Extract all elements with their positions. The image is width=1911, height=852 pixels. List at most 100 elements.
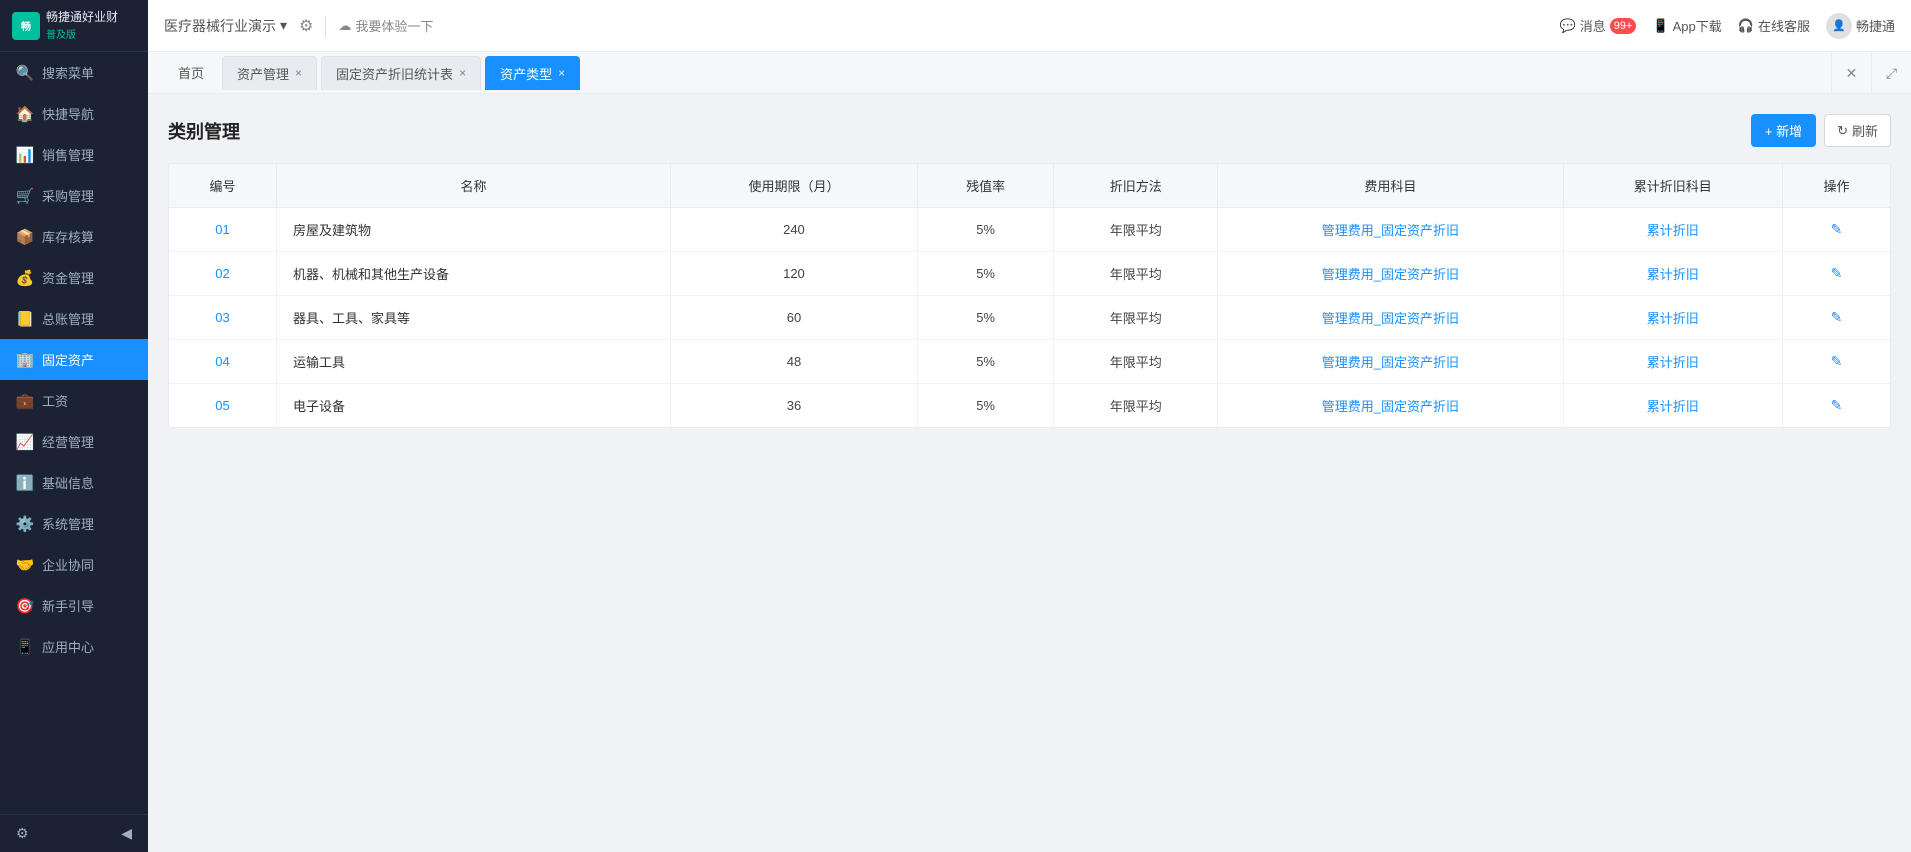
collapse-icon[interactable]: ◀ [121,825,132,842]
cell-action-2[interactable]: ✎ [1782,296,1890,340]
basic-info-icon: ℹ️ [16,474,34,492]
sidebar-item-enterprise[interactable]: 🤝 企业协同 [0,544,148,585]
cell-period-3: 48 [670,340,917,384]
table-header-row: 编号 名称 使用期限（月） 残值率 折旧方法 费用科目 累计折旧科目 操作 [169,164,1890,208]
cell-action-3[interactable]: ✎ [1782,340,1890,384]
data-table-container: 编号 名称 使用期限（月） 残值率 折旧方法 费用科目 累计折旧科目 操作 01… [168,163,1891,428]
page-header: 类别管理 + 新增 ↻ 刷新 [168,114,1891,147]
sales-icon: 📊 [16,146,34,164]
sidebar-item-guide[interactable]: 🎯 新手引导 [0,585,148,626]
tab-asset-mgmt-close[interactable]: × [295,66,302,80]
sidebar-item-salary[interactable]: 💼 工资 [0,380,148,421]
close-button[interactable]: ✕ [1831,52,1871,94]
tab-depreciation-label: 固定资产折旧统计表 [336,64,453,83]
sidebar-item-label-guide: 新手引导 [42,596,94,615]
sidebar-item-search[interactable]: 🔍 搜索菜单 [0,52,148,93]
experience-text: 我要体验一下 [355,16,433,35]
sidebar-item-fixed-assets[interactable]: 🏢 固定资产 [0,339,148,380]
tab-depreciation[interactable]: 固定资产折旧统计表 × [321,56,481,90]
col-action: 操作 [1782,164,1890,208]
sidebar-item-label-ledger: 总账管理 [42,309,94,328]
tab-depreciation-close[interactable]: × [459,66,466,80]
sidebar-item-sales[interactable]: 📊 销售管理 [0,134,148,175]
company-name: 医疗器械行业演示 [164,16,276,36]
main-area: 医疗器械行业演示 ▾ ⚙ ☁ 我要体验一下 💬 消息 99+ 📱 App下载 🎧 [148,0,1911,852]
logo-name: 畅捷通好业财 [46,10,118,26]
cell-residual-3: 5% [917,340,1053,384]
cell-code-3: 04 [169,340,277,384]
cell-expense-4: 管理费用_固定资产折旧 [1218,384,1563,428]
cell-period-2: 60 [670,296,917,340]
sidebar-item-label-system: 系统管理 [42,514,94,533]
tab-asset-type-label: 资产类型 [500,64,552,83]
edit-icon-1[interactable]: ✎ [1831,265,1843,281]
sidebar-item-basic-info[interactable]: ℹ️ 基础信息 [0,462,148,503]
settings-icon[interactable]: ⚙ [299,16,313,36]
user-menu[interactable]: 👤 畅捷通 [1826,13,1895,39]
sidebar-item-app-center[interactable]: 📱 应用中心 [0,626,148,667]
maximize-icon: ⤢ [1886,65,1897,82]
tab-asset-type-close[interactable]: × [558,66,565,80]
sidebar-item-inventory[interactable]: 📦 库存核算 [0,216,148,257]
cell-action-1[interactable]: ✎ [1782,252,1890,296]
topbar-left: 医疗器械行业演示 ▾ ⚙ ☁ 我要体验一下 [164,16,433,36]
message-button[interactable]: 💬 消息 99+ [1560,16,1637,35]
sidebar-nav: 🔍 搜索菜单 🏠 快捷导航 📊 销售管理 🛒 采购管理 📦 库存核算 💰 资金管… [0,52,148,814]
fixed-assets-icon: 🏢 [16,351,34,369]
edit-icon-4[interactable]: ✎ [1831,397,1843,413]
table-body: 01 房屋及建筑物 240 5% 年限平均 管理费用_固定资产折旧 累计折旧 ✎… [169,208,1890,428]
refresh-button[interactable]: ↻ 刷新 [1824,114,1891,147]
new-button[interactable]: + 新增 [1751,114,1816,147]
tab-asset-mgmt[interactable]: 资产管理 × [222,56,317,90]
cell-code-4: 05 [169,384,277,428]
sidebar-item-label-purchase: 采购管理 [42,186,94,205]
online-service-button[interactable]: 🎧 在线客服 [1738,16,1810,35]
cell-action-0[interactable]: ✎ [1782,208,1890,252]
sidebar-item-label-app-center: 应用中心 [42,637,94,656]
username-label: 畅捷通 [1856,16,1895,35]
app-download-button[interactable]: 📱 App下载 [1652,16,1721,35]
tab-home[interactable]: 首页 [164,56,218,90]
table-row: 02 机器、机械和其他生产设备 120 5% 年限平均 管理费用_固定资产折旧 … [169,252,1890,296]
cell-residual-2: 5% [917,296,1053,340]
cell-accum-0: 累计折旧 [1563,208,1782,252]
purchase-icon: 🛒 [16,187,34,205]
tab-asset-type[interactable]: 资产类型 × [485,56,580,90]
cell-name-2: 器具、工具、家具等 [277,296,671,340]
sidebar-item-purchase[interactable]: 🛒 采购管理 [0,175,148,216]
topbar-right: 💬 消息 99+ 📱 App下载 🎧 在线客服 👤 畅捷通 [1560,13,1895,39]
app-center-icon: 📱 [16,638,34,656]
sidebar-item-operations[interactable]: 📈 经营管理 [0,421,148,462]
system-icon: ⚙️ [16,515,34,533]
settings-icon[interactable]: ⚙ [16,825,29,842]
cell-period-4: 36 [670,384,917,428]
app-download-label: App下载 [1673,16,1722,35]
edit-icon-0[interactable]: ✎ [1831,221,1843,237]
maximize-button[interactable]: ⤢ [1871,52,1911,94]
sidebar-item-quick-nav[interactable]: 🏠 快捷导航 [0,93,148,134]
sidebar-item-finance[interactable]: 💰 资金管理 [0,257,148,298]
logo-sub: 普及版 [46,26,118,41]
company-selector[interactable]: 医疗器械行业演示 ▾ [164,16,287,36]
topbar: 医疗器械行业演示 ▾ ⚙ ☁ 我要体验一下 💬 消息 99+ 📱 App下载 🎧 [148,0,1911,52]
cell-period-0: 240 [670,208,917,252]
edit-icon-2[interactable]: ✎ [1831,309,1843,325]
sidebar-item-label-fixed-assets: 固定资产 [42,350,94,369]
edit-icon-3[interactable]: ✎ [1831,353,1843,369]
cell-method-3: 年限平均 [1054,340,1218,384]
cell-code-2: 03 [169,296,277,340]
cell-accum-3: 累计折旧 [1563,340,1782,384]
sidebar-item-label-operations: 经营管理 [42,432,94,451]
tab-asset-mgmt-label: 资产管理 [237,64,289,83]
sidebar-item-label-inventory: 库存核算 [42,227,94,246]
cell-action-4[interactable]: ✎ [1782,384,1890,428]
sidebar-item-ledger[interactable]: 📒 总账管理 [0,298,148,339]
sidebar-item-system[interactable]: ⚙️ 系统管理 [0,503,148,544]
enterprise-icon: 🤝 [16,556,34,574]
table-row: 01 房屋及建筑物 240 5% 年限平均 管理费用_固定资产折旧 累计折旧 ✎ [169,208,1890,252]
headset-icon: 🎧 [1738,18,1754,34]
guide-icon: 🎯 [16,597,34,615]
sidebar-item-label-finance: 资金管理 [42,268,94,287]
experience-button[interactable]: ☁ 我要体验一下 [338,16,433,35]
cell-residual-1: 5% [917,252,1053,296]
